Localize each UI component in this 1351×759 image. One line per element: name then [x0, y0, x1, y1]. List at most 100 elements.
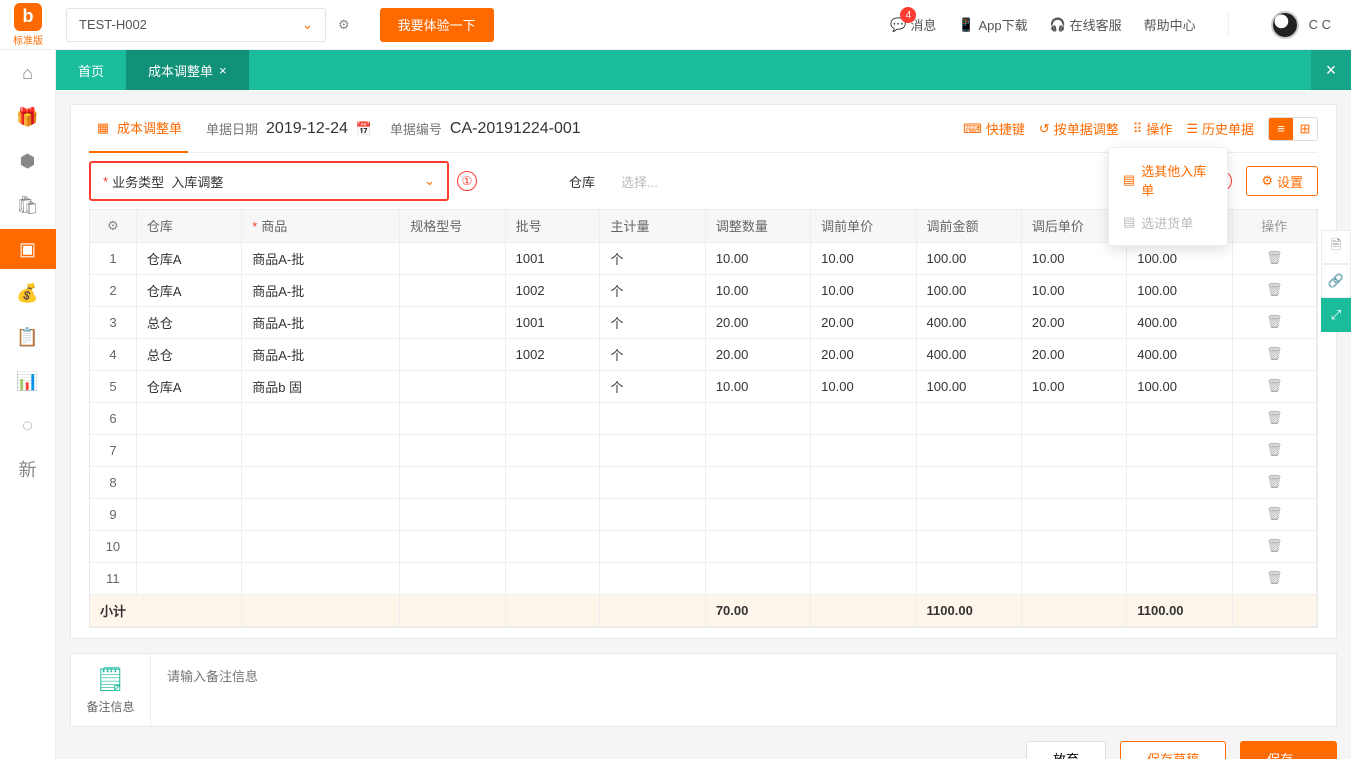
nav-gift-icon[interactable]: 🎁: [17, 106, 39, 128]
table-row[interactable]: 4总仓商品A-批1002个20.0020.00400.0020.00400.00…: [90, 338, 1317, 370]
discard-button[interactable]: 放弃: [1026, 741, 1106, 759]
nav-warehouse-icon[interactable]: ▣: [0, 229, 56, 269]
remarks-icon-block: 🗒 备注信息: [71, 654, 151, 726]
card-head: ▦ 成本调整单 单据日期 2019-12-24 📅 单据编号 CA-201912…: [89, 105, 1318, 153]
chevron-down-icon: ⌄: [1299, 751, 1310, 759]
history-button[interactable]: ☰历史单据: [1186, 119, 1254, 138]
delete-row-icon[interactable]: 🗑: [1266, 570, 1283, 585]
by-doc-button[interactable]: ↺按单据调整: [1039, 119, 1119, 138]
app-download-button[interactable]: 📱 App下载: [958, 15, 1027, 34]
nav-new-icon[interactable]: 新: [17, 458, 39, 480]
save-button[interactable]: 保存⌄: [1240, 741, 1337, 759]
table-row[interactable]: 1仓库A商品A-批1001个10.0010.00100.0010.00100.0…: [90, 242, 1317, 274]
footer-actions: 放弃 保存草稿 保存⌄: [70, 741, 1337, 759]
data-grid: ⚙ 仓库 *商品 规格型号 批号 主计量 调整数量 调前单价 调前金额 调后单价…: [89, 209, 1318, 628]
help-button[interactable]: 帮助中心: [1144, 15, 1196, 34]
delete-row-icon[interactable]: 🗑: [1266, 410, 1283, 425]
nav-home-icon[interactable]: ⌂: [17, 62, 39, 84]
header-actions: 💬 消息 4 📱 App下载 🎧 在线客服 帮助中心 C C: [890, 11, 1331, 39]
list-view-icon[interactable]: ≡: [1269, 118, 1293, 140]
table-row[interactable]: 2仓库A商品A-批1002个10.0010.00100.0010.00100.0…: [90, 274, 1317, 306]
table-row[interactable]: 3总仓商品A-批1001个20.0020.00400.0020.00400.00…: [90, 306, 1317, 338]
chevron-down-icon: ⌄: [302, 17, 313, 33]
doc-icon: ▤: [1123, 214, 1135, 230]
org-value: TEST-H002: [79, 17, 147, 32]
rail-expand-icon[interactable]: ⤢: [1321, 298, 1351, 332]
required-mark: *: [103, 174, 108, 189]
org-select[interactable]: TEST-H002 ⌄: [66, 8, 326, 42]
doc-date: 单据日期 2019-12-24 📅: [206, 119, 372, 138]
remarks-section: 🗒 备注信息: [70, 653, 1337, 727]
dropdown-other-inbound[interactable]: ▤选其他入库单: [1109, 154, 1227, 206]
by-doc-dropdown: ▤选其他入库单 ▤选进货单: [1108, 147, 1228, 246]
avatar: [1271, 11, 1299, 39]
right-rail: 🗎 🔗 ⤢: [1321, 230, 1351, 332]
delete-row-icon[interactable]: 🗑: [1266, 346, 1283, 361]
logo-icon: b: [14, 3, 42, 31]
table-row[interactable]: 7🗑: [90, 434, 1317, 466]
delete-row-icon[interactable]: 🗑: [1266, 378, 1283, 393]
close-icon[interactable]: ×: [219, 63, 227, 78]
table-row[interactable]: 9🗑: [90, 498, 1317, 530]
note-icon: 🗒: [95, 665, 125, 694]
shortcut-button[interactable]: ⌨快捷键: [963, 119, 1025, 138]
delete-row-icon[interactable]: 🗑: [1266, 506, 1283, 521]
remarks-input[interactable]: [151, 654, 1336, 726]
adjust-icon: ↺: [1039, 121, 1050, 137]
document-card: ▦ 成本调整单 单据日期 2019-12-24 📅 单据编号 CA-201912…: [70, 104, 1337, 639]
messages-button[interactable]: 💬 消息 4: [890, 15, 936, 34]
document-icon: ▦: [95, 120, 111, 136]
warehouse-select[interactable]: 仓库 选择...: [569, 172, 658, 191]
card-view-icon[interactable]: ⊞: [1293, 118, 1317, 140]
divider: [1228, 13, 1229, 37]
delete-row-icon[interactable]: 🗑: [1266, 282, 1283, 297]
save-draft-button[interactable]: 保存草稿: [1120, 741, 1226, 759]
page: ▦ 成本调整单 单据日期 2019-12-24 📅 单据编号 CA-201912…: [56, 90, 1351, 759]
experience-button[interactable]: 我要体验一下: [380, 8, 494, 42]
subtotal-row: 小计 70.00 1100.00 1100.00: [90, 594, 1317, 626]
delete-row-icon[interactable]: 🗑: [1266, 474, 1283, 489]
annotation-1: ①: [457, 171, 477, 191]
table-row[interactable]: 11🗑: [90, 562, 1317, 594]
grid-icon: ⠿: [1133, 121, 1143, 137]
tab-current[interactable]: 成本调整单 ×: [126, 50, 249, 90]
nav-money-icon[interactable]: 💰: [17, 282, 39, 304]
nav-house-icon[interactable]: ⬢: [17, 150, 39, 172]
tab-strip: 首页 成本调整单 × ×: [56, 50, 1351, 90]
rail-note-icon[interactable]: 🗎: [1321, 230, 1351, 264]
settings-button[interactable]: ⚙设置: [1246, 166, 1318, 196]
doc-tab[interactable]: ▦ 成本调整单: [89, 105, 188, 153]
delete-row-icon[interactable]: 🗑: [1266, 442, 1283, 457]
left-nav: ⌂ 🎁 ⬢ 🛍 ▣ 💰 📋 📊 ◌ 新: [0, 50, 56, 759]
user-name: C C: [1309, 17, 1331, 32]
logo: b 标准版: [0, 3, 56, 47]
doc-icon: ▤: [1123, 172, 1135, 188]
business-type-select[interactable]: * 业务类型 入库调整 ⌄: [89, 161, 449, 201]
nav-clipboard-icon[interactable]: 📋: [17, 326, 39, 348]
operations-button[interactable]: ⠿操作: [1133, 119, 1173, 138]
headset-icon: 🎧: [1050, 17, 1066, 33]
table-row[interactable]: 5仓库A商品b 固个10.0010.00100.0010.00100.00🗑: [90, 370, 1317, 402]
user-menu[interactable]: C C: [1271, 11, 1331, 39]
keyboard-icon: ⌨: [963, 121, 982, 137]
delete-row-icon[interactable]: 🗑: [1266, 538, 1283, 553]
calendar-icon[interactable]: 📅: [356, 121, 372, 137]
head-actions: ⌨快捷键 ↺按单据调整 ⠿操作 ☰历史单据 ≡ ⊞ ▤选其他入库单 ▤选进货单: [963, 117, 1318, 141]
nav-report-icon[interactable]: 📊: [17, 370, 39, 392]
column-config-icon[interactable]: ⚙: [90, 210, 136, 242]
nav-cycle-icon[interactable]: ◌: [17, 414, 39, 436]
dropdown-purchase[interactable]: ▤选进货单: [1109, 206, 1227, 239]
gear-icon[interactable]: ⚙: [338, 17, 350, 33]
table-row[interactable]: 8🗑: [90, 466, 1317, 498]
tabstrip-close-button[interactable]: ×: [1311, 50, 1351, 90]
customer-service-button[interactable]: 🎧 在线客服: [1050, 15, 1122, 34]
nav-bag-icon[interactable]: 🛍: [17, 194, 39, 216]
delete-row-icon[interactable]: 🗑: [1266, 314, 1283, 329]
rail-link-icon[interactable]: 🔗: [1321, 264, 1351, 298]
view-toggle[interactable]: ≡ ⊞: [1268, 117, 1318, 141]
table-row[interactable]: 6🗑: [90, 402, 1317, 434]
tab-home[interactable]: 首页: [56, 50, 126, 90]
table-row[interactable]: 10🗑: [90, 530, 1317, 562]
history-icon: ☰: [1186, 121, 1198, 137]
delete-row-icon[interactable]: 🗑: [1266, 250, 1283, 265]
